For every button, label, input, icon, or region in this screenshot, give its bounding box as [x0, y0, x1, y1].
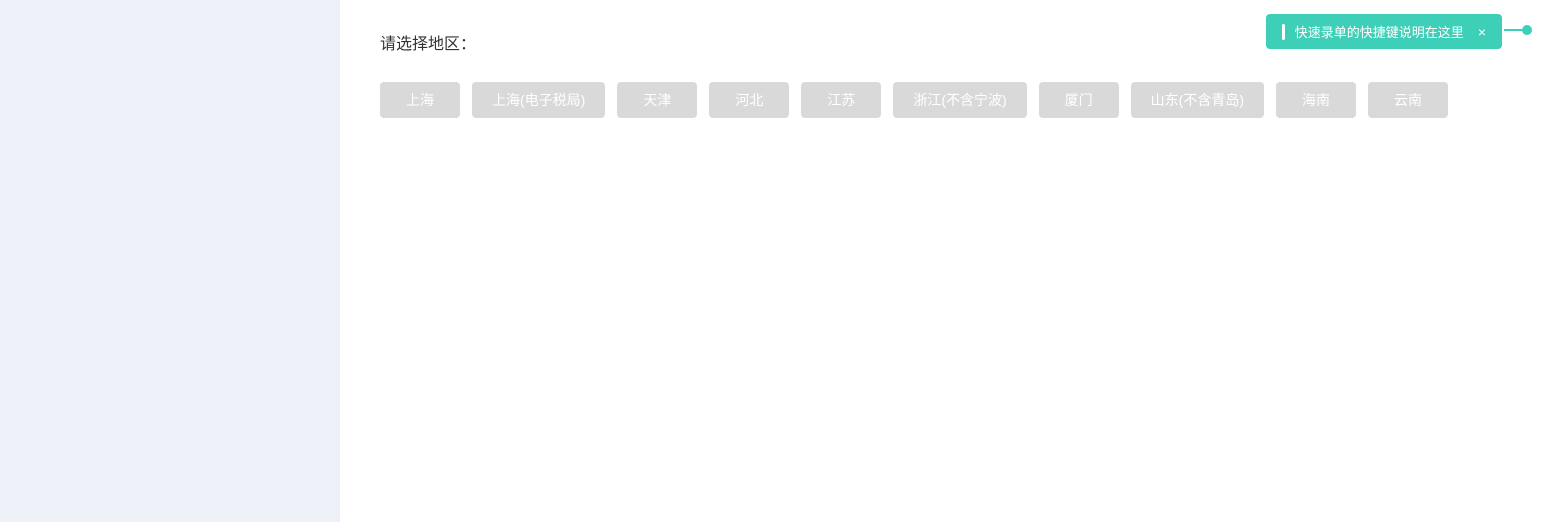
region-button-4[interactable]: 江苏: [801, 82, 881, 118]
main-content: 请选择地区： 上海上海(电子税局)天津河北江苏浙江(不含宁波)厦门山东(不含青岛…: [340, 0, 1562, 522]
tooltip-close-button[interactable]: ×: [1478, 24, 1486, 40]
region-buttons-container: 上海上海(电子税局) 天津河北江苏浙江(不含宁波) 厦门山东(不含青岛) 海南云南: [380, 82, 1522, 118]
tooltip-connector-dot: [1522, 25, 1532, 35]
region-button-1[interactable]: 上海(电子税局): [472, 82, 605, 118]
region-button-6[interactable]: 厦门: [1039, 82, 1119, 118]
tooltip-connector-line: [1504, 29, 1522, 31]
region-button-5[interactable]: 浙江(不含宁波): [893, 82, 1026, 118]
region-button-0[interactable]: 上海: [380, 82, 460, 118]
region-button-8[interactable]: 海南: [1276, 82, 1356, 118]
tooltip-left-bar: [1282, 24, 1285, 40]
tooltip-text: 快速录单的快捷键说明在这里: [1295, 22, 1464, 41]
tooltip-banner: 快速录单的快捷键说明在这里 ×: [1266, 14, 1502, 49]
region-button-2[interactable]: 天津: [617, 82, 697, 118]
left-sidebar: [0, 0, 340, 522]
region-button-9[interactable]: 云南: [1368, 82, 1448, 118]
region-button-3[interactable]: 河北: [709, 82, 789, 118]
region-button-7[interactable]: 山东(不含青岛): [1131, 82, 1264, 118]
